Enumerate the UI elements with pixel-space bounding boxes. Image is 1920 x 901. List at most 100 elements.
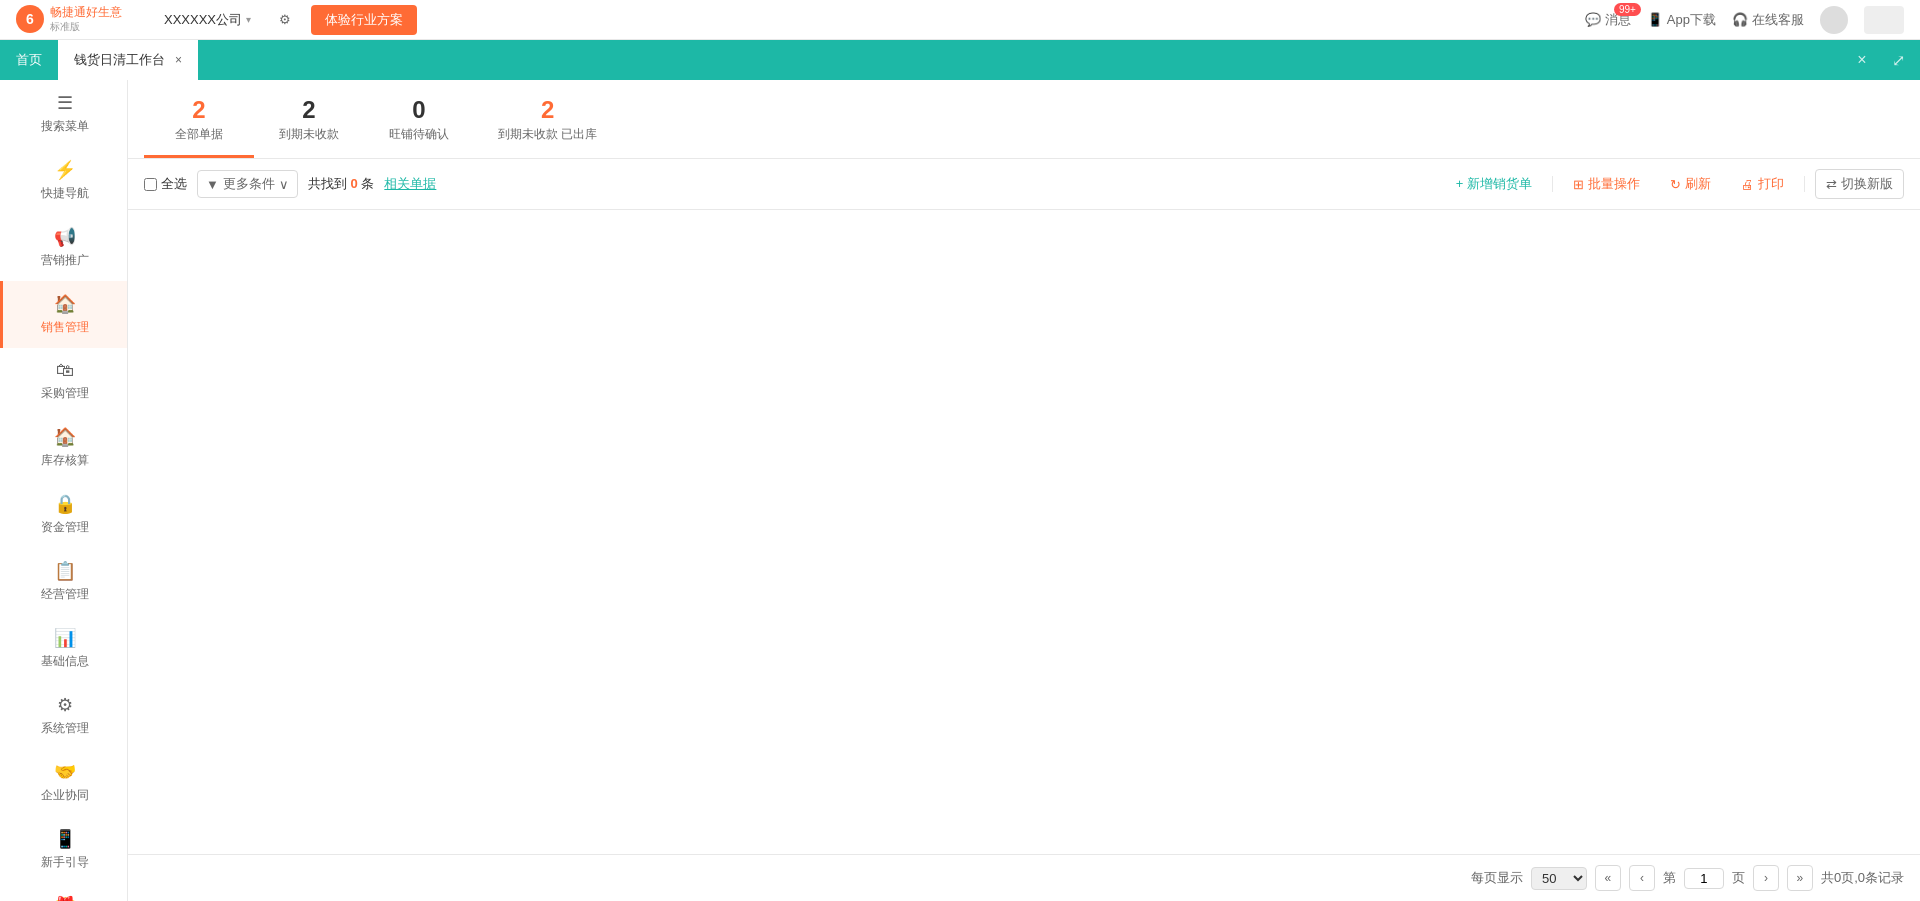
- filter-chevron-icon: ∨: [279, 177, 289, 192]
- stat-label-all: 全部单据: [175, 126, 223, 143]
- sidebar-label-inventory: 库存核算: [41, 452, 89, 469]
- tab-expand-button[interactable]: ⤢: [1884, 46, 1912, 74]
- company-selector[interactable]: XXXXXX公司 ▾: [156, 7, 259, 33]
- sidebar-item-marketing[interactable]: 📢 营销推广: [0, 214, 127, 281]
- stat-count-overdue-unpaid: 2: [302, 96, 315, 124]
- stat-tab-overdue-unpaid[interactable]: 2 到期未收款: [254, 88, 364, 158]
- total-text: 共0页,0条记录: [1821, 869, 1904, 887]
- refresh-icon: ↻: [1670, 177, 1681, 192]
- sidebar-label-search-menu: 搜索菜单: [41, 118, 89, 135]
- online-service-label: 在线客服: [1752, 11, 1804, 29]
- print-button[interactable]: 🖨 打印: [1731, 170, 1794, 198]
- sidebar-label-operations: 经营管理: [41, 586, 89, 603]
- sidebar-label-finance: 资金管理: [41, 519, 89, 536]
- filter-button[interactable]: ▼ 更多条件 ∨: [197, 170, 298, 198]
- sidebar-item-search-menu[interactable]: ☰ 搜索菜单: [0, 80, 127, 147]
- toolbar: 全选 ▼ 更多条件 ∨ 共找到 0 条 相关单据 + 新增销货单 ⊞: [128, 159, 1920, 210]
- pagination: 每页显示 20 50 100 « ‹ 第 页 › » 共0页,0条记录: [128, 854, 1920, 901]
- stat-tab-wang-confirm[interactable]: 0 旺铺待确认: [364, 88, 474, 158]
- settings-button[interactable]: ⚙: [271, 6, 299, 34]
- next-page-button[interactable]: ›: [1753, 865, 1779, 891]
- system-icon: ⚙: [57, 694, 73, 716]
- online-service-button[interactable]: 🎧 在线客服: [1732, 11, 1804, 29]
- found-unit: 条: [361, 176, 374, 191]
- stat-tab-overdue-unshipped[interactable]: 2 到期未收款 已出库: [474, 88, 621, 158]
- sidebar-item-sales[interactable]: 🏠 销售管理: [0, 281, 127, 348]
- logo-sub: 标准版: [50, 20, 122, 34]
- sidebar-label-cooperation: 企业协同: [41, 787, 89, 804]
- sidebar-item-quick-nav[interactable]: ⚡ 快捷导航: [0, 147, 127, 214]
- top-bar-left: 6 畅捷通好生意 标准版 XXXXXX公司 ▾ ⚙ 体验行业方案: [16, 5, 417, 35]
- marketing-icon: 📢: [54, 226, 76, 248]
- trial-button[interactable]: 体验行业方案: [311, 5, 417, 35]
- download-icon: 📱: [1647, 12, 1663, 27]
- message-button[interactable]: 💬 消息 99+: [1585, 11, 1631, 29]
- page-size-select[interactable]: 20 50 100: [1531, 867, 1587, 890]
- select-all-input[interactable]: [144, 178, 157, 191]
- app-download-button[interactable]: 📱 App下载: [1647, 11, 1716, 29]
- stat-label-wang-confirm: 旺铺待确认: [389, 126, 449, 143]
- refresh-button[interactable]: ↻ 刷新: [1660, 170, 1721, 198]
- sidebar-item-operations[interactable]: 📋 经营管理: [0, 548, 127, 615]
- switch-icon: ⇄: [1826, 177, 1837, 192]
- sidebar-label-sales: 销售管理: [41, 319, 89, 336]
- stat-count-all: 2: [192, 96, 205, 124]
- tab-active-label: 钱货日清工作台: [74, 51, 165, 69]
- page-input[interactable]: [1684, 868, 1724, 889]
- print-icon: 🖨: [1741, 177, 1754, 192]
- service-icon: 🎧: [1732, 12, 1748, 27]
- guide-icon: 📱: [54, 828, 76, 850]
- select-all-checkbox[interactable]: 全选: [144, 175, 187, 193]
- tab-active[interactable]: 钱货日清工作台 ×: [58, 40, 198, 80]
- last-page-button[interactable]: »: [1787, 865, 1813, 891]
- sidebar-item-basic-info[interactable]: 📊 基础信息: [0, 615, 127, 682]
- found-text: 共找到 0 条: [308, 175, 374, 193]
- avatar[interactable]: [1820, 6, 1848, 34]
- tab-home[interactable]: 首页: [0, 40, 58, 80]
- prev-page-button[interactable]: ‹: [1629, 865, 1655, 891]
- stats-tabs: 2 全部单据 2 到期未收款 0 旺铺待确认 2 到期未收款 已出库: [128, 80, 1920, 159]
- stat-count-wang-confirm: 0: [412, 96, 425, 124]
- top-bar-right: 💬 消息 99+ 📱 App下载 🎧 在线客服: [1585, 6, 1904, 34]
- message-badge: 99+: [1614, 3, 1641, 16]
- basic-info-icon: 📊: [54, 627, 76, 649]
- company-name: XXXXXX公司: [164, 11, 242, 29]
- sidebar-item-inventory[interactable]: 🏠 库存核算: [0, 414, 127, 481]
- logo-icon: 6: [16, 5, 44, 33]
- operations-icon: 📋: [54, 560, 76, 582]
- sidebar-label-system: 系统管理: [41, 720, 89, 737]
- search-menu-icon: ☰: [57, 92, 73, 114]
- page-label: 第: [1663, 869, 1676, 887]
- sidebar-item-app-center[interactable]: 🎁 应用中心: [0, 883, 127, 901]
- add-button[interactable]: + 新增销货单: [1446, 170, 1542, 198]
- page-unit: 页: [1732, 869, 1745, 887]
- toolbar-left: 全选 ▼ 更多条件 ∨ 共找到 0 条 相关单据: [144, 170, 1434, 198]
- tab-close-icon[interactable]: ×: [175, 53, 182, 67]
- app-center-icon: 🎁: [54, 895, 76, 901]
- batch-button[interactable]: ⊞ 批量操作: [1563, 170, 1650, 198]
- found-prefix: 共找到: [308, 176, 347, 191]
- sidebar-label-basic-info: 基础信息: [41, 653, 89, 670]
- select-all-label: 全选: [161, 175, 187, 193]
- sidebar-label-marketing: 营销推广: [41, 252, 89, 269]
- table-area: [128, 210, 1920, 854]
- sidebar-item-purchase[interactable]: 🛍 采购管理: [0, 348, 127, 414]
- sidebar-item-finance[interactable]: 🔒 资金管理: [0, 481, 127, 548]
- related-link[interactable]: 相关单据: [384, 175, 436, 193]
- toolbar-right: + 新增销货单 ⊞ 批量操作 ↻ 刷新 🖨 打印 ⇄ 切换新版: [1446, 169, 1904, 199]
- sidebar-item-guide[interactable]: 📱 新手引导: [0, 816, 127, 883]
- first-page-button[interactable]: «: [1595, 865, 1621, 891]
- stat-tab-all[interactable]: 2 全部单据: [144, 88, 254, 158]
- print-label: 打印: [1758, 175, 1784, 193]
- new-version-button[interactable]: ⇄ 切换新版: [1815, 169, 1904, 199]
- tab-minimize-button[interactable]: ×: [1848, 46, 1876, 74]
- sidebar-item-system[interactable]: ⚙ 系统管理: [0, 682, 127, 749]
- sidebar-label-guide: 新手引导: [41, 854, 89, 871]
- tab-bar-actions: × ⤢: [1848, 46, 1920, 74]
- app-download-label: App下载: [1667, 11, 1716, 29]
- sidebar-item-cooperation[interactable]: 🤝 企业协同: [0, 749, 127, 816]
- logo-area: 6 畅捷通好生意 标准版: [16, 5, 144, 33]
- sidebar-label-purchase: 采购管理: [41, 385, 89, 402]
- stat-label-overdue-unshipped: 到期未收款 已出库: [498, 126, 597, 143]
- refresh-label: 刷新: [1685, 175, 1711, 193]
